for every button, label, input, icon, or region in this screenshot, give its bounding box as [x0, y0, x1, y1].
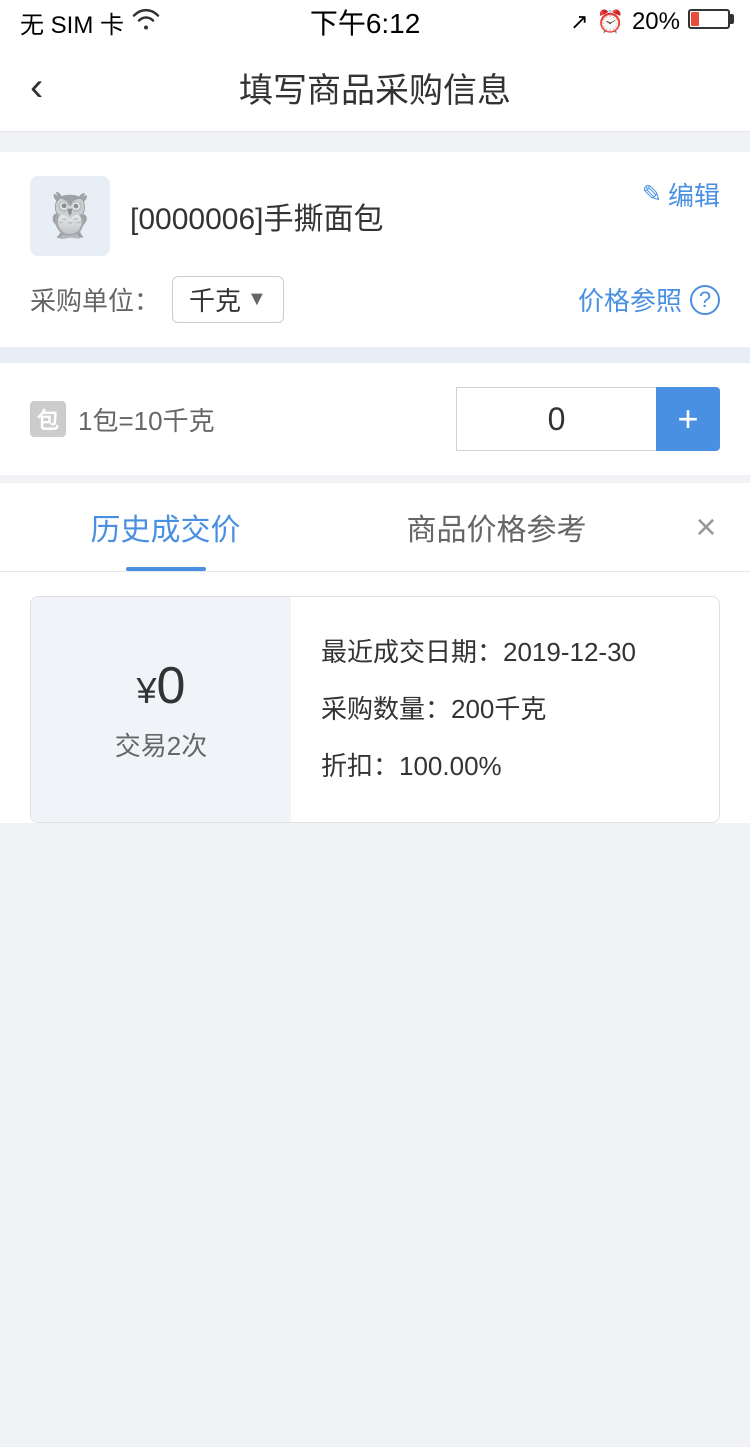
info-card: ¥0 交易2次 最近成交日期：2019-12-30 采购数量：200千克 折扣：… — [30, 596, 720, 823]
wifi-icon — [132, 8, 160, 37]
bottom-area — [0, 847, 750, 1447]
help-icon: ? — [690, 285, 720, 315]
tabs-section: 历史成交价 商品价格参考 × ¥0 交易2次 最近成交日期：2019-12-30… — [0, 483, 750, 823]
price-ref-label: 价格参照 — [578, 281, 682, 318]
edit-button[interactable]: ✎ 编辑 — [642, 176, 720, 213]
tab-product-price-reference[interactable]: 商品价格参考 — [331, 483, 662, 571]
battery-icon — [688, 8, 730, 36]
dropdown-arrow-icon: ▼ — [247, 288, 267, 311]
price-reference-button[interactable]: 价格参照 ? — [578, 281, 720, 318]
battery-percent: 20% — [632, 8, 680, 36]
product-card: [0000006]手撕面包 ✎ 编辑 采购单位： 千克 ▼ 价格参照 ? — [0, 152, 750, 347]
quantity-control: + — [456, 387, 720, 451]
quantity-row: 包 1包=10千克 + — [0, 363, 750, 475]
status-left: 无 SIM 卡 — [20, 5, 160, 40]
product-left: [0000006]手撕面包 — [30, 176, 383, 256]
price-display: ¥0 — [137, 656, 186, 716]
alarm-icon: ⏰ — [597, 9, 624, 35]
recent-date-line: 最近成交日期：2019-12-30 — [321, 633, 689, 672]
price-value: 0 — [157, 657, 186, 715]
currency-symbol: ¥ — [137, 670, 157, 711]
info-right-panel: 最近成交日期：2019-12-30 采购数量：200千克 折扣：100.00% — [291, 597, 719, 822]
product-image — [30, 176, 110, 256]
tab-history-price[interactable]: 历史成交价 — [0, 483, 331, 571]
purchase-qty-label: 采购数量： — [321, 694, 451, 724]
section-divider — [0, 347, 750, 363]
product-name: [0000006]手撕面包 — [130, 194, 383, 238]
no-sim-text: 无 SIM 卡 — [20, 5, 124, 40]
discount-line: 折扣：100.00% — [321, 747, 689, 786]
nav-bar: ‹ 填写商品采购信息 — [0, 44, 750, 132]
product-top: [0000006]手撕面包 ✎ 编辑 — [30, 176, 720, 256]
tabs-close-button[interactable]: × — [662, 483, 750, 571]
recent-date-value: 2019-12-30 — [503, 637, 636, 667]
page-title: 填写商品采购信息 — [239, 63, 511, 112]
info-left-panel: ¥0 交易2次 — [31, 597, 291, 822]
product-bottom: 采购单位： 千克 ▼ 价格参照 ? — [30, 276, 720, 323]
transaction-count: 交易2次 — [115, 726, 207, 763]
tab-price-ref-label: 商品价格参考 — [407, 505, 587, 549]
status-bar: 无 SIM 卡 下午6:12 ↗ ⏰ 20% — [0, 0, 750, 44]
edit-label: 编辑 — [668, 176, 720, 213]
unit-select-value: 千克 — [189, 281, 241, 318]
discount-label: 折扣： — [321, 751, 399, 781]
quantity-plus-button[interactable]: + — [656, 387, 720, 451]
back-button[interactable]: ‹ — [30, 55, 53, 120]
status-time: 下午6:12 — [310, 2, 421, 42]
purchase-unit: 采购单位： 千克 ▼ — [30, 276, 284, 323]
unit-select-dropdown[interactable]: 千克 ▼ — [172, 276, 284, 323]
tabs-header: 历史成交价 商品价格参考 × — [0, 483, 750, 572]
location-icon: ↗ — [570, 9, 588, 35]
unit-label: 包 1包=10千克 — [30, 401, 215, 438]
purchase-unit-label: 采购单位： — [30, 281, 160, 318]
recent-date-label: 最近成交日期： — [321, 637, 503, 667]
purchase-qty-line: 采购数量：200千克 — [321, 690, 689, 729]
unit-badge: 包 — [30, 401, 66, 437]
quantity-input[interactable] — [456, 387, 656, 451]
discount-value: 100.00% — [399, 751, 502, 781]
edit-icon: ✎ — [642, 180, 662, 209]
tab-active-indicator — [126, 567, 206, 571]
unit-convert-text: 1包=10千克 — [78, 401, 215, 438]
product-thumbnail — [40, 186, 100, 246]
purchase-qty-value: 200千克 — [451, 694, 546, 724]
tab-history-label: 历史成交价 — [91, 505, 241, 549]
status-right: ↗ ⏰ 20% — [570, 8, 730, 36]
